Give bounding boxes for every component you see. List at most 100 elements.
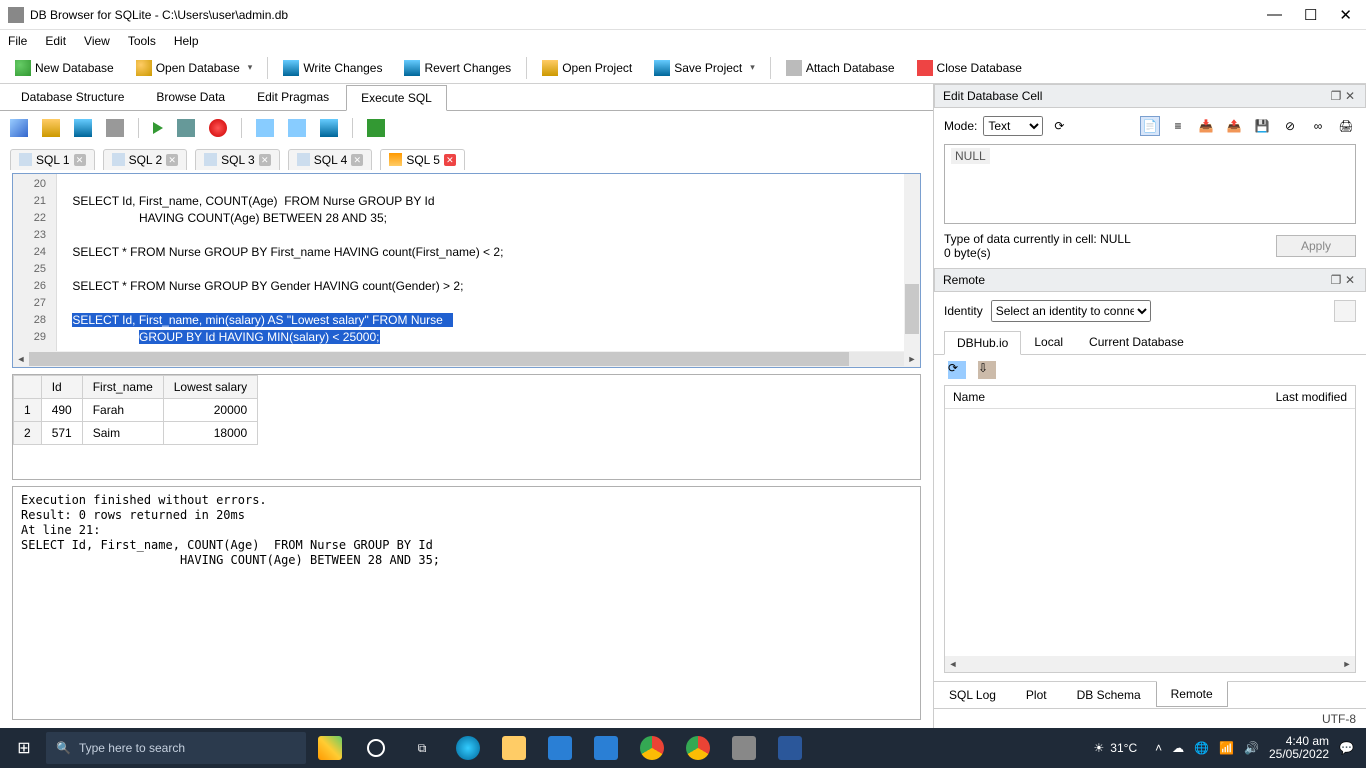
scroll-left-icon[interactable]: ◄	[13, 354, 29, 364]
menu-file[interactable]: File	[8, 34, 27, 48]
sql-tab[interactable]: SQL 2✕	[103, 149, 188, 170]
undock-icon[interactable]: ❐	[1329, 273, 1343, 287]
weather-widget[interactable]: ☀ 31°C	[1094, 741, 1138, 755]
sql-tab[interactable]: SQL 3✕	[195, 149, 280, 170]
open-database-button[interactable]: Open Database	[127, 56, 262, 80]
print-cell-icon[interactable]: 🖨	[1336, 116, 1356, 136]
text-mode-icon[interactable]: 📄	[1140, 116, 1160, 136]
result-row[interactable]: 1490Farah20000	[14, 399, 258, 422]
taskbar-widgets[interactable]	[308, 728, 352, 768]
maximize-button[interactable]: ☐	[1304, 6, 1317, 24]
tray-network-icon[interactable]: 🌐	[1194, 741, 1209, 755]
remote-tab-dbhub[interactable]: DBHub.io	[944, 331, 1021, 355]
save-cell-icon[interactable]: 💾	[1252, 116, 1272, 136]
remote-clone-icon[interactable]: ⇩	[978, 361, 996, 379]
close-panel-icon[interactable]: ✕	[1343, 89, 1357, 103]
taskbar-explorer[interactable]	[492, 728, 536, 768]
export-icon[interactable]: 📤	[1224, 116, 1244, 136]
remote-db-list[interactable]: Name Last modified ◄ ►	[944, 385, 1356, 673]
sql-tab[interactable]: SQL 1✕	[10, 149, 95, 170]
taskbar-chrome-2[interactable]	[676, 728, 720, 768]
start-button[interactable]: ⊞	[4, 728, 44, 768]
tray-volume-icon[interactable]: 🔊	[1244, 741, 1259, 755]
editor-content[interactable]: SELECT Id, First_name, COUNT(Age) FROM N…	[57, 174, 920, 367]
system-tray[interactable]: ˄ ☁ 🌐 📶 🔊 4:40 am 25/05/2022 💬	[1147, 735, 1362, 761]
taskbar-taskview[interactable]: ⧉	[400, 728, 444, 768]
tray-wifi-icon[interactable]: 📶	[1219, 741, 1234, 755]
close-database-button[interactable]: Close Database	[908, 56, 1031, 80]
import-icon[interactable]: 📥	[1196, 116, 1216, 136]
taskbar-cortana[interactable]	[354, 728, 398, 768]
scroll-right-icon[interactable]: ►	[904, 354, 920, 364]
taskbar-clock[interactable]: 4:40 am 25/05/2022	[1269, 735, 1329, 761]
undock-icon[interactable]: ❐	[1329, 89, 1343, 103]
tab-edit-pragmas[interactable]: Edit Pragmas	[242, 84, 344, 110]
result-header[interactable]: First_name	[82, 376, 163, 399]
taskbar-search[interactable]: 🔍 Type here to search	[46, 732, 306, 764]
identity-select[interactable]: Select an identity to connect	[991, 300, 1151, 322]
remote-tab-local[interactable]: Local	[1021, 330, 1076, 354]
close-panel-icon[interactable]: ✕	[1343, 273, 1357, 287]
tab-db-schema[interactable]: DB Schema	[1062, 682, 1156, 708]
minimize-button[interactable]: —	[1267, 6, 1282, 24]
result-header[interactable]: Lowest salary	[163, 376, 257, 399]
save-results-icon[interactable]	[256, 119, 274, 137]
find-icon[interactable]	[320, 119, 338, 137]
save-project-button[interactable]: Save Project	[645, 56, 764, 80]
tab-remote[interactable]: Remote	[1156, 681, 1228, 707]
link-icon[interactable]: ∞	[1308, 116, 1328, 136]
refresh-icon[interactable]: ⟳	[1049, 116, 1069, 136]
col-modified[interactable]: Last modified	[1268, 386, 1355, 408]
cell-value-textarea[interactable]: NULL	[944, 144, 1356, 224]
sql-editor[interactable]: 20212223242526272829 SELECT Id, First_na…	[12, 173, 921, 368]
tab-database-structure[interactable]: Database Structure	[6, 84, 139, 110]
scroll-left-icon[interactable]: ◄	[945, 659, 961, 669]
export-results-icon[interactable]	[288, 119, 306, 137]
result-row[interactable]: 2571Saim18000	[14, 422, 258, 445]
result-header[interactable]: Id	[41, 376, 82, 399]
taskbar-chrome[interactable]	[630, 728, 674, 768]
write-changes-button[interactable]: Write Changes	[274, 56, 391, 80]
execute-sql-icon[interactable]	[153, 122, 163, 134]
remote-list-scrollbar[interactable]: ◄ ►	[945, 656, 1355, 672]
taskbar-edge[interactable]	[446, 728, 490, 768]
close-tab-icon[interactable]: ✕	[351, 154, 363, 166]
identity-settings-icon[interactable]	[1334, 300, 1356, 322]
tab-sql-log[interactable]: SQL Log	[934, 682, 1011, 708]
results-grid[interactable]: IdFirst_nameLowest salary1490Farah200002…	[12, 374, 921, 480]
menu-view[interactable]: View	[84, 34, 110, 48]
sql-tab[interactable]: SQL 5✕	[380, 149, 465, 170]
taskbar-store[interactable]	[584, 728, 628, 768]
tray-chevron-icon[interactable]: ˄	[1155, 741, 1162, 755]
taskbar-dbbrowser[interactable]	[722, 728, 766, 768]
tab-browse-data[interactable]: Browse Data	[141, 84, 240, 110]
close-tab-icon[interactable]: ✕	[259, 154, 271, 166]
close-window-button[interactable]: ✕	[1339, 6, 1352, 24]
menu-edit[interactable]: Edit	[45, 34, 66, 48]
close-tab-icon[interactable]: ✕	[74, 154, 86, 166]
execution-log[interactable]: Execution finished without errors. Resul…	[12, 486, 921, 720]
col-name[interactable]: Name	[945, 386, 1268, 408]
taskbar-mail[interactable]	[538, 728, 582, 768]
revert-changes-button[interactable]: Revert Changes	[395, 56, 520, 80]
editor-scrollbar-horizontal[interactable]: ◄ ►	[13, 351, 920, 367]
print-icon[interactable]	[106, 119, 124, 137]
save-sql-file-icon[interactable]	[74, 119, 92, 137]
open-project-button[interactable]: Open Project	[533, 56, 641, 80]
menu-help[interactable]: Help	[174, 34, 199, 48]
menu-tools[interactable]: Tools	[128, 34, 156, 48]
close-tab-icon[interactable]: ✕	[166, 154, 178, 166]
tab-execute-sql[interactable]: Execute SQL	[346, 85, 447, 111]
null-icon[interactable]: ⊘	[1280, 116, 1300, 136]
mode-select[interactable]: Text	[983, 116, 1043, 136]
stop-execution-icon[interactable]	[209, 119, 227, 137]
execute-line-icon[interactable]	[177, 119, 195, 137]
new-sql-tab-icon[interactable]	[10, 119, 28, 137]
open-sql-file-icon[interactable]	[42, 119, 60, 137]
scroll-right-icon[interactable]: ►	[1339, 659, 1355, 669]
rtl-icon[interactable]: ≡	[1168, 116, 1188, 136]
editor-scrollbar-vertical[interactable]	[904, 174, 920, 351]
tab-plot[interactable]: Plot	[1011, 682, 1062, 708]
indent-icon[interactable]	[367, 119, 385, 137]
notifications-icon[interactable]: 💬	[1339, 741, 1354, 755]
